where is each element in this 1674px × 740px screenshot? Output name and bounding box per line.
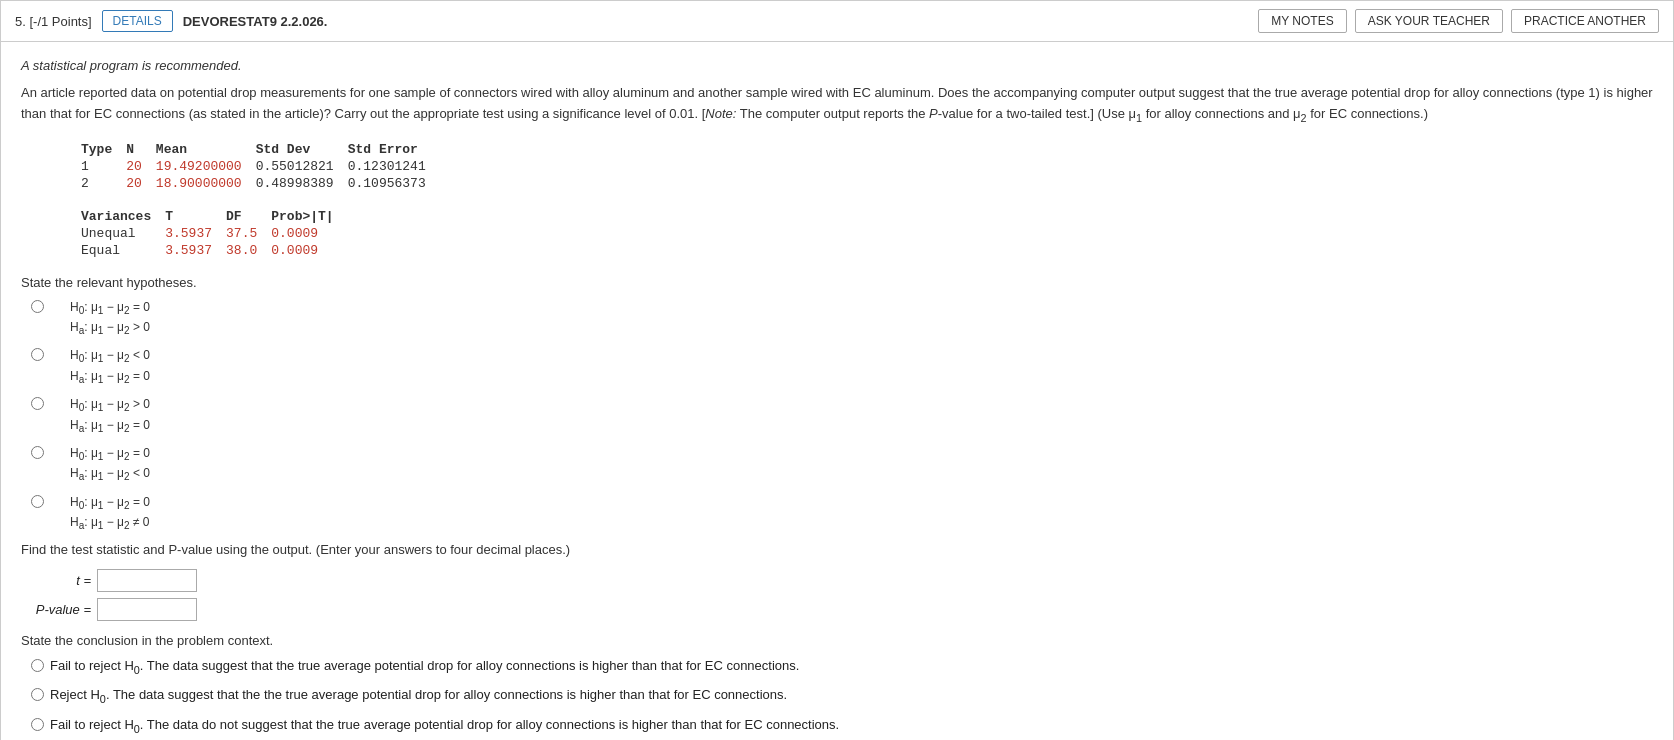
content: A statistical program is recommended. An… bbox=[1, 42, 1673, 740]
variance-unequal: Unequal bbox=[81, 225, 165, 242]
conclusion-text-3: Fail to reject H0. The data do not sugge… bbox=[50, 715, 839, 737]
ha-2: Ha: μ1 − μ2 = 0 bbox=[70, 367, 150, 387]
prob-equal: 0.0009 bbox=[271, 242, 347, 259]
h0-5: H0: μ1 − μ2 = 0 bbox=[70, 493, 150, 513]
question-id: DEVORESTAT9 2.2.026. bbox=[183, 14, 328, 29]
radio-row-4: H0: μ1 − μ2 = 0 Ha: μ1 − μ2 < 0 bbox=[31, 444, 1653, 485]
hypothesis-lines-3: H0: μ1 − μ2 > 0 Ha: μ1 − μ2 = 0 bbox=[70, 395, 150, 436]
hypothesis-radio-2[interactable] bbox=[31, 348, 44, 361]
input-section: t = P-value = bbox=[21, 569, 1653, 621]
hypothesis-option-2: H0: μ1 − μ2 < 0 Ha: μ1 − μ2 = 0 bbox=[31, 346, 1653, 387]
df-unequal: 37.5 bbox=[226, 225, 271, 242]
conclusion-option-3: Fail to reject H0. The data do not sugge… bbox=[31, 715, 1653, 737]
type-2: 2 bbox=[81, 175, 126, 192]
type-1: 1 bbox=[81, 158, 126, 175]
hypothesis-radio-1[interactable] bbox=[31, 300, 44, 313]
stddev-1: 0.55012821 bbox=[256, 158, 348, 175]
conclusion-radio-3[interactable] bbox=[31, 718, 44, 731]
h0-3: H0: μ1 − μ2 > 0 bbox=[70, 395, 150, 415]
hypothesis-option-3: H0: μ1 − μ2 > 0 Ha: μ1 − μ2 = 0 bbox=[31, 395, 1653, 436]
conclusion-text-2: Reject H0. The data suggest that the the… bbox=[50, 685, 787, 707]
question-number: 5. [-/1 Points] bbox=[15, 14, 92, 29]
col-stddev-header: Std Dev bbox=[256, 141, 348, 158]
data-table: Type N Mean Std Dev Std Error 1 20 19.49… bbox=[81, 141, 1653, 192]
hypothesis-option-1: H0: μ1 − μ2 = 0 Ha: μ1 − μ2 > 0 bbox=[31, 298, 1653, 339]
statistical-note: A statistical program is recommended. bbox=[21, 58, 1653, 73]
radio-row-5: H0: μ1 − μ2 = 0 Ha: μ1 − μ2 ≠ 0 bbox=[31, 493, 1653, 534]
conclusion-label: State the conclusion in the problem cont… bbox=[21, 633, 1653, 648]
col-mean-header: Mean bbox=[156, 141, 256, 158]
hypothesis-lines-4: H0: μ1 − μ2 = 0 Ha: μ1 − μ2 < 0 bbox=[70, 444, 150, 485]
hypothesis-lines-1: H0: μ1 − μ2 = 0 Ha: μ1 − μ2 > 0 bbox=[70, 298, 150, 339]
t-input-row: t = bbox=[21, 569, 1653, 592]
table-row: Unequal 3.5937 37.5 0.0009 bbox=[81, 225, 348, 242]
table-row: Equal 3.5937 38.0 0.0009 bbox=[81, 242, 348, 259]
ha-3: Ha: μ1 − μ2 = 0 bbox=[70, 416, 150, 436]
header-left: 5. [-/1 Points] DETAILS DEVORESTAT9 2.2.… bbox=[15, 10, 327, 32]
t-input[interactable] bbox=[97, 569, 197, 592]
radio-row-1: H0: μ1 − μ2 = 0 Ha: μ1 − μ2 > 0 bbox=[31, 298, 1653, 339]
pvalue-input[interactable] bbox=[97, 598, 197, 621]
variance-equal: Equal bbox=[81, 242, 165, 259]
problem-text: An article reported data on potential dr… bbox=[21, 83, 1653, 127]
pvalue-label: P-value = bbox=[21, 602, 91, 617]
header-right: MY NOTES ASK YOUR TEACHER PRACTICE ANOTH… bbox=[1258, 9, 1659, 33]
hypothesis-radio-5[interactable] bbox=[31, 495, 44, 508]
t-col-header: T bbox=[165, 208, 226, 225]
df-equal: 38.0 bbox=[226, 242, 271, 259]
hypothesis-radio-3[interactable] bbox=[31, 397, 44, 410]
h0-1: H0: μ1 − μ2 = 0 bbox=[70, 298, 150, 318]
details-button[interactable]: DETAILS bbox=[102, 10, 173, 32]
t-unequal: 3.5937 bbox=[165, 225, 226, 242]
table-row: 2 20 18.90000000 0.48998389 0.10956373 bbox=[81, 175, 440, 192]
radio-row-2: H0: μ1 − μ2 < 0 Ha: μ1 − μ2 = 0 bbox=[31, 346, 1653, 387]
ha-4: Ha: μ1 − μ2 < 0 bbox=[70, 464, 150, 484]
conclusion-text-1: Fail to reject H0. The data suggest that… bbox=[50, 656, 799, 678]
stderr-2: 0.10956373 bbox=[348, 175, 440, 192]
t-label: t = bbox=[21, 573, 91, 588]
hypothesis-option-5: H0: μ1 − μ2 = 0 Ha: μ1 − μ2 ≠ 0 bbox=[31, 493, 1653, 534]
df-col-header: DF bbox=[226, 208, 271, 225]
hypotheses-radio-group: H0: μ1 − μ2 = 0 Ha: μ1 − μ2 > 0 H0: μ1 −… bbox=[31, 298, 1653, 534]
mean-2: 18.90000000 bbox=[156, 175, 256, 192]
col-type-header: Type bbox=[81, 141, 126, 158]
hypothesis-lines-5: H0: μ1 − μ2 = 0 Ha: μ1 − μ2 ≠ 0 bbox=[70, 493, 150, 534]
hypotheses-label: State the relevant hypotheses. bbox=[21, 275, 1653, 290]
test-statistic-label: Find the test statistic and P-value usin… bbox=[21, 542, 1653, 557]
t-equal: 3.5937 bbox=[165, 242, 226, 259]
col-stderr-header: Std Error bbox=[348, 141, 440, 158]
n-2: 20 bbox=[126, 175, 156, 192]
page-wrapper: 5. [-/1 Points] DETAILS DEVORESTAT9 2.2.… bbox=[0, 0, 1674, 740]
conclusion-options: Fail to reject H0. The data suggest that… bbox=[31, 656, 1653, 740]
radio-row-3: H0: μ1 − μ2 > 0 Ha: μ1 − μ2 = 0 bbox=[31, 395, 1653, 436]
var-col-header: Variances bbox=[81, 208, 165, 225]
mean-1: 19.49200000 bbox=[156, 158, 256, 175]
conclusion-radio-2[interactable] bbox=[31, 688, 44, 701]
variances-table: Variances T DF Prob>|T| Unequal 3.5937 3… bbox=[81, 208, 1653, 259]
hypothesis-radio-4[interactable] bbox=[31, 446, 44, 459]
hypothesis-lines-2: H0: μ1 − μ2 < 0 Ha: μ1 − μ2 = 0 bbox=[70, 346, 150, 387]
stddev-2: 0.48998389 bbox=[256, 175, 348, 192]
col-n-header: N bbox=[126, 141, 156, 158]
ha-1: Ha: μ1 − μ2 > 0 bbox=[70, 318, 150, 338]
n-1: 20 bbox=[126, 158, 156, 175]
my-notes-button[interactable]: MY NOTES bbox=[1258, 9, 1346, 33]
conclusion-option-2: Reject H0. The data suggest that the the… bbox=[31, 685, 1653, 707]
pvalue-input-row: P-value = bbox=[21, 598, 1653, 621]
h0-2: H0: μ1 − μ2 < 0 bbox=[70, 346, 150, 366]
stderr-1: 0.12301241 bbox=[348, 158, 440, 175]
practice-another-button[interactable]: PRACTICE ANOTHER bbox=[1511, 9, 1659, 33]
h0-4: H0: μ1 − μ2 = 0 bbox=[70, 444, 150, 464]
ha-5: Ha: μ1 − μ2 ≠ 0 bbox=[70, 513, 150, 533]
hypothesis-option-4: H0: μ1 − μ2 = 0 Ha: μ1 − μ2 < 0 bbox=[31, 444, 1653, 485]
table-row: 1 20 19.49200000 0.55012821 0.12301241 bbox=[81, 158, 440, 175]
ask-teacher-button[interactable]: ASK YOUR TEACHER bbox=[1355, 9, 1503, 33]
conclusion-option-1: Fail to reject H0. The data suggest that… bbox=[31, 656, 1653, 678]
conclusion-radio-1[interactable] bbox=[31, 659, 44, 672]
header: 5. [-/1 Points] DETAILS DEVORESTAT9 2.2.… bbox=[1, 1, 1673, 42]
prob-col-header: Prob>|T| bbox=[271, 208, 347, 225]
prob-unequal: 0.0009 bbox=[271, 225, 347, 242]
